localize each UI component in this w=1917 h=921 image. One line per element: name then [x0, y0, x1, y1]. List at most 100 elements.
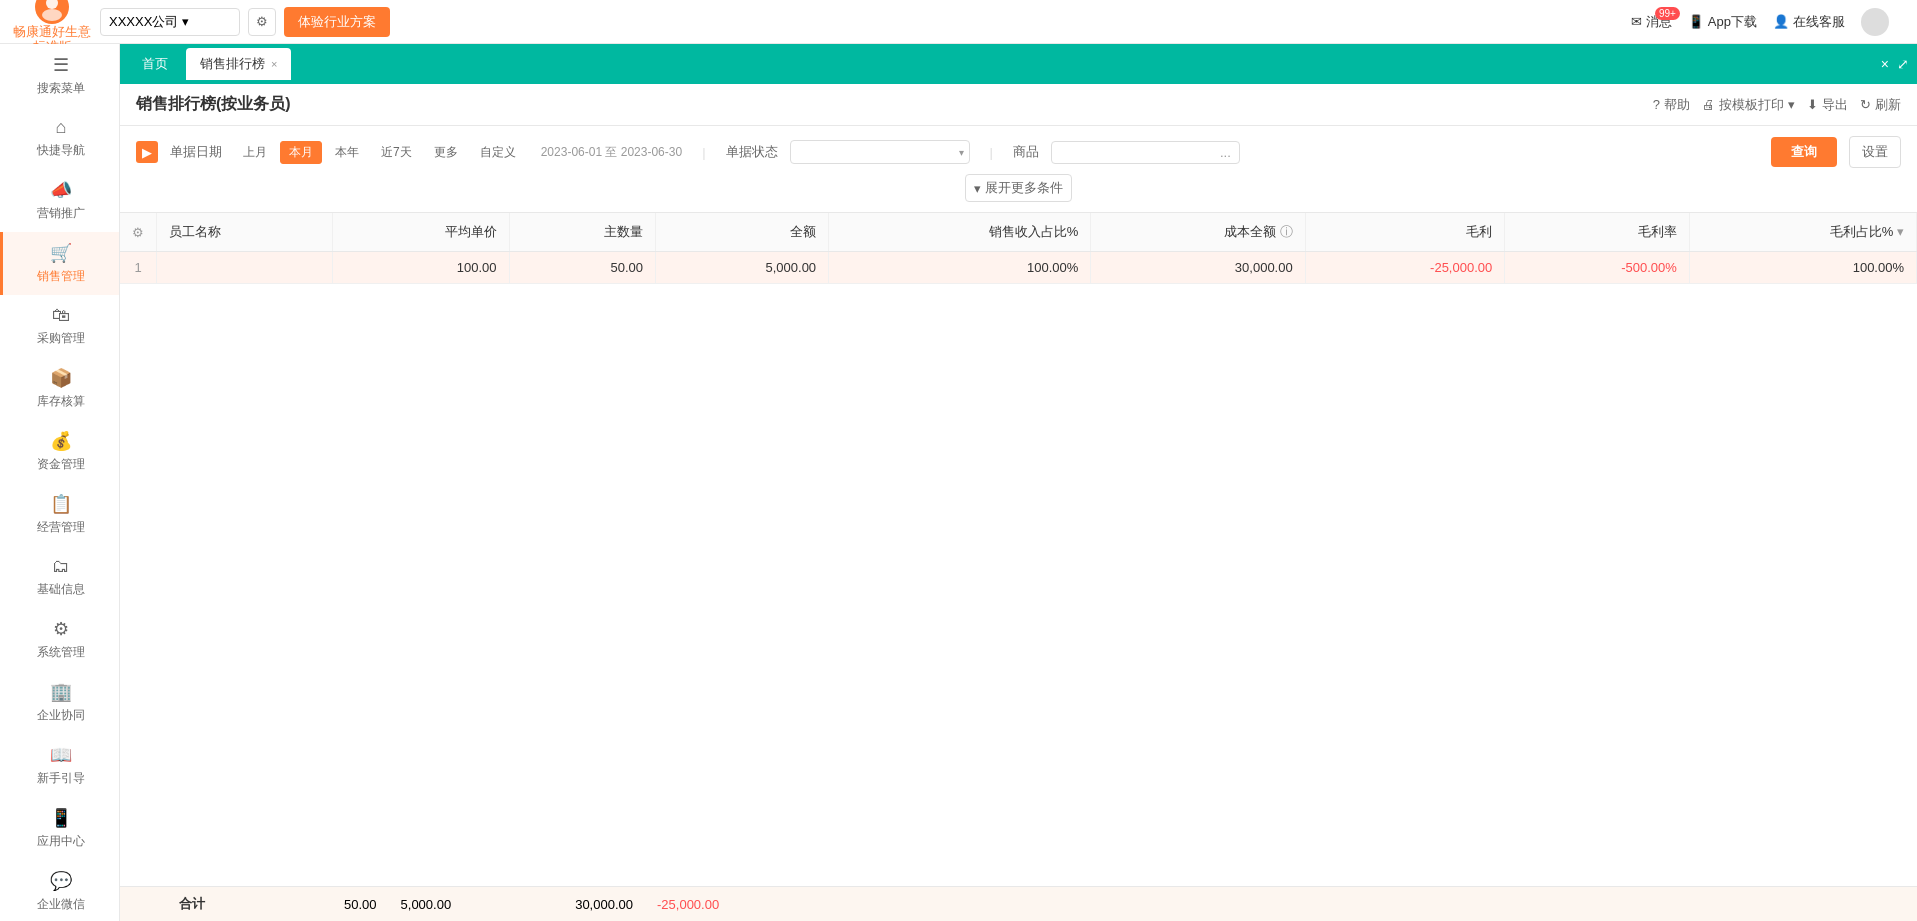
help-button[interactable]: ? 帮助 — [1653, 96, 1690, 114]
industry-button[interactable]: 体验行业方案 — [284, 7, 390, 37]
expand-conditions-button[interactable]: ▾ 展开更多条件 — [965, 174, 1072, 202]
print-label: 按模板打印 — [1719, 96, 1784, 114]
sidebar-item-guide[interactable]: 📖 新手引导 — [0, 734, 119, 797]
print-chevron-icon: ▾ — [1788, 97, 1795, 112]
enterprise-icon: 🏢 — [50, 681, 72, 703]
sidebar-item-finance[interactable]: 💰 资金管理 — [0, 420, 119, 483]
sidebar-label-baseinfo: 基础信息 — [37, 581, 85, 598]
goods-input[interactable] — [1060, 145, 1220, 159]
refresh-label: 刷新 — [1875, 96, 1901, 114]
page-actions: ? 帮助 🖨 按模板打印 ▾ ⬇ 导出 ↻ 刷新 — [1653, 96, 1901, 114]
sidebar-item-operations[interactable]: 📋 经营管理 — [0, 483, 119, 546]
finance-icon: 💰 — [50, 430, 72, 452]
sidebar-label-marketing: 营销推广 — [37, 205, 85, 222]
filter-toggle-icon[interactable]: ▶ — [136, 141, 158, 163]
avatar[interactable] — [1861, 8, 1889, 36]
pill-this-year[interactable]: 本年 — [326, 141, 368, 164]
sidebar-item-baseinfo[interactable]: 🗂 基础信息 — [0, 546, 119, 608]
column-settings-icon[interactable]: ⚙ — [120, 213, 157, 252]
filter-area: ▶ 单据日期 上月 本月 本年 近7天 更多 自定义 2023-06-01 至 … — [120, 126, 1917, 213]
tab-bar: 首页 销售排行榜 × × ⤢ — [120, 44, 1917, 84]
window-restore-icon[interactable]: ⤢ — [1897, 56, 1909, 72]
sidebar-item-purchase[interactable]: 🛍 采购管理 — [0, 295, 119, 357]
top-actions: ✉ 消息 99+ 📱 App下载 👤 在线客服 — [1631, 8, 1905, 36]
page-title: 销售排行榜(按业务员) — [136, 94, 291, 115]
cost-info-icon: ⓘ — [1280, 224, 1293, 239]
status-select[interactable] — [790, 140, 970, 164]
refresh-button[interactable]: ↻ 刷新 — [1860, 96, 1901, 114]
sidebar-label-system: 系统管理 — [37, 644, 85, 661]
chevron-down-icon: ▾ — [182, 14, 189, 29]
footer-gross: -25,000.00 — [645, 897, 731, 912]
tab-close-icon[interactable]: × — [271, 58, 277, 70]
appcenter-icon: 📱 — [50, 807, 72, 829]
row-avg-price: 100.00 — [333, 252, 509, 284]
settings-button[interactable]: 设置 — [1849, 136, 1901, 168]
sidebar-item-wechat[interactable]: 💬 企业微信 — [0, 860, 119, 921]
goods-input-wrap: ... — [1051, 141, 1240, 164]
row-gross: -25,000.00 — [1305, 252, 1505, 284]
col-amount: 全额 — [656, 213, 829, 252]
sidebar-item-system[interactable]: ⚙ 系统管理 — [0, 608, 119, 671]
sidebar-item-appcenter[interactable]: 📱 应用中心 — [0, 797, 119, 860]
tab-home[interactable]: 首页 — [128, 48, 182, 80]
status-select-wrap: ▾ — [790, 140, 970, 164]
pill-custom[interactable]: 自定义 — [471, 141, 525, 164]
sidebar-label-inventory: 库存核算 — [37, 393, 85, 410]
online-service-button[interactable]: 👤 在线客服 — [1773, 13, 1845, 31]
goods-ellipsis-icon[interactable]: ... — [1220, 145, 1231, 160]
col-employee: 员工名称 — [157, 213, 333, 252]
footer-cost: 30,000.00 — [563, 897, 645, 912]
table-wrap: ⚙ 员工名称 平均单价 主数量 全额 销售收入占比% 成本全额 ⓘ 毛利 毛利率 — [120, 213, 1917, 886]
sidebar-item-marketing[interactable]: 📣 营销推广 — [0, 169, 119, 232]
col-qty: 主数量 — [509, 213, 656, 252]
status-label: 单据状态 — [726, 143, 778, 161]
export-label: 导出 — [1822, 96, 1848, 114]
app-name: 畅康通好生意 — [13, 25, 91, 39]
print-icon: 🖨 — [1702, 97, 1715, 112]
main-layout: ☰ 搜索菜单 ⌂ 快捷导航 📣 营销推广 🛒 销售管理 🛍 采购管理 📦 库存核… — [0, 44, 1917, 921]
pill-this-month[interactable]: 本月 — [280, 141, 322, 164]
row-amount: 5,000.00 — [656, 252, 829, 284]
footer-qty: 50.00 — [332, 897, 389, 912]
sidebar-item-inventory[interactable]: 📦 库存核算 — [0, 357, 119, 420]
operations-icon: 📋 — [50, 493, 72, 515]
page-content: 销售排行榜(按业务员) ? 帮助 🖨 按模板打印 ▾ ⬇ 导出 — [120, 84, 1917, 921]
window-buttons: × ⤢ — [1881, 56, 1909, 72]
company-name: XXXXX公司 — [109, 13, 178, 31]
sidebar-label-search: 搜索菜单 — [37, 80, 85, 97]
gross-pct-info-icon: ▾ — [1897, 224, 1904, 239]
sidebar-item-quicknav[interactable]: ⌂ 快捷导航 — [0, 107, 119, 169]
company-selector[interactable]: XXXXX公司 ▾ — [100, 8, 240, 36]
sales-icon: 🛒 — [50, 242, 72, 264]
wechat-icon: 💬 — [50, 870, 72, 892]
system-icon: ⚙ — [53, 618, 69, 640]
pill-more[interactable]: 更多 — [425, 141, 467, 164]
sidebar-item-sales[interactable]: 🛒 销售管理 — [0, 232, 119, 295]
query-button[interactable]: 查询 — [1771, 137, 1837, 167]
home-icon: ⌂ — [56, 117, 67, 138]
col-gross: 毛利 — [1305, 213, 1505, 252]
message-badge: 99+ — [1655, 7, 1680, 20]
window-close-icon[interactable]: × — [1881, 56, 1889, 72]
data-table: ⚙ 员工名称 平均单价 主数量 全额 销售收入占比% 成本全额 ⓘ 毛利 毛利率 — [120, 213, 1917, 284]
sidebar-item-search[interactable]: ☰ 搜索菜单 — [0, 44, 119, 107]
sidebar: ☰ 搜索菜单 ⌂ 快捷导航 📣 营销推广 🛒 销售管理 🛍 采购管理 📦 库存核… — [0, 44, 120, 921]
settings-icon[interactable]: ⚙ — [248, 8, 276, 36]
tab-sales-rank[interactable]: 销售排行榜 × — [186, 48, 291, 80]
sidebar-label-enterprise: 企业协同 — [37, 707, 85, 724]
refresh-icon: ↻ — [1860, 97, 1871, 112]
pill-last-month[interactable]: 上月 — [234, 141, 276, 164]
message-button[interactable]: ✉ 消息 99+ — [1631, 13, 1672, 31]
sidebar-item-enterprise[interactable]: 🏢 企业协同 — [0, 671, 119, 734]
footer-amount: 5,000.00 — [389, 897, 464, 912]
app-download-button[interactable]: 📱 App下载 — [1688, 13, 1757, 31]
col-gross-rate: 毛利率 — [1505, 213, 1690, 252]
date-pills: 上月 本月 本年 近7天 更多 自定义 — [234, 141, 525, 164]
print-button[interactable]: 🖨 按模板打印 ▾ — [1702, 96, 1795, 114]
footer-total-label: 合计 — [132, 895, 252, 913]
export-button[interactable]: ⬇ 导出 — [1807, 96, 1848, 114]
top-bar: 畅康通好生意 标准版 XXXXX公司 ▾ ⚙ 体验行业方案 ✉ 消息 99+ 📱… — [0, 0, 1917, 44]
pill-7days[interactable]: 近7天 — [372, 141, 421, 164]
goods-label: 商品 — [1013, 143, 1039, 161]
